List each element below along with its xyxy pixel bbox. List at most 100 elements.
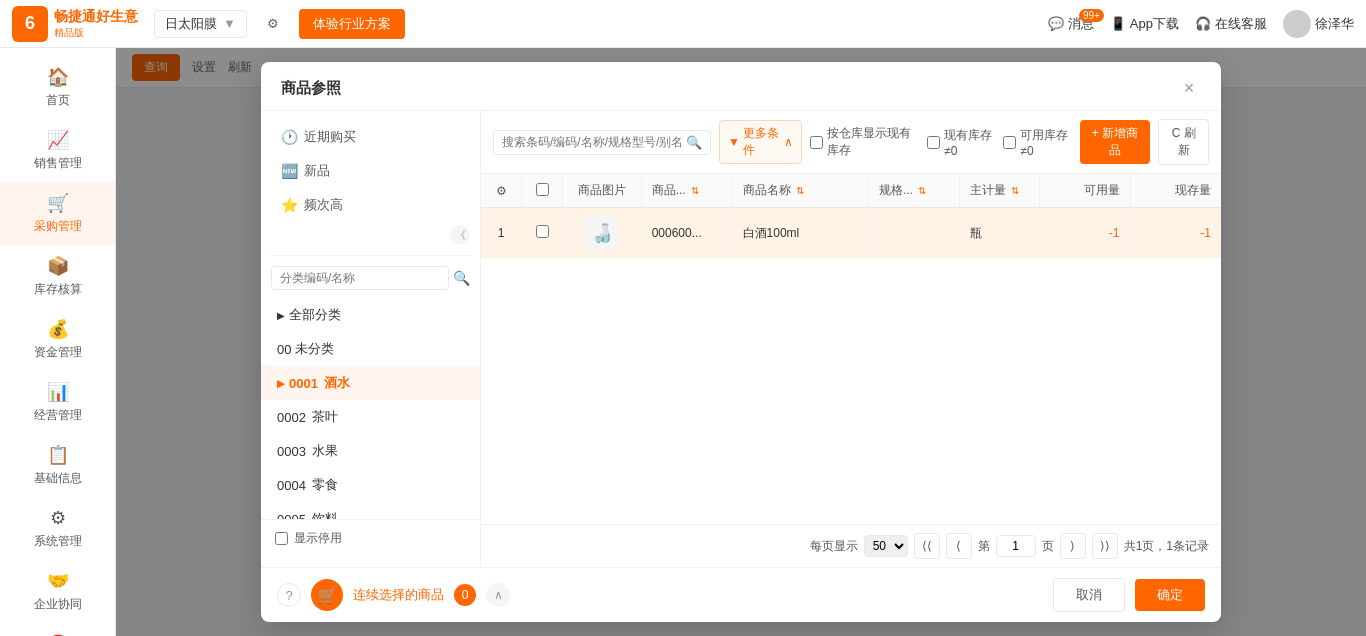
cart-button[interactable]: 🛒 [311, 579, 343, 611]
sidebar-label-home: 首页 [46, 92, 70, 109]
category-item-fruit[interactable]: 0003 水果 [261, 434, 480, 468]
row-name-cell: 白酒100ml [732, 208, 868, 259]
row-checkbox-cell[interactable] [522, 208, 563, 259]
inventory-icon: 📦 [47, 255, 69, 277]
product-search-input[interactable] [502, 135, 682, 149]
search-icon[interactable]: 🔍 [686, 135, 702, 150]
col-spec-header[interactable]: 规格... ⇅ [868, 174, 959, 208]
sidebar-item-sales[interactable]: 📈 销售管理 [0, 119, 115, 182]
footer-collapse-button[interactable]: ∧ [486, 583, 510, 607]
main-layout: 🏠 首页 📈 销售管理 🛒 采购管理 📦 库存核算 💰 资金管理 📊 经营管理 … [0, 48, 1366, 636]
show-disabled-checkbox[interactable] [275, 532, 288, 545]
sidebar-item-basic-info[interactable]: 📋 基础信息 [0, 434, 115, 497]
sidebar-item-system[interactable]: ⚙ 系统管理 [0, 497, 115, 560]
sidebar-item-purchase[interactable]: 🛒 采购管理 [0, 182, 115, 245]
sidebar-label-finance: 资金管理 [34, 344, 82, 361]
sidebar-item-enterprise[interactable]: 🤝 企业协同 [0, 560, 115, 623]
logo-icon: 6 [12, 6, 48, 42]
col-name-header[interactable]: 商品名称 ⇅ [732, 174, 868, 208]
page-suffix-label: 页 [1042, 538, 1054, 555]
row-available-cell: -1 [1039, 208, 1130, 259]
online-service-nav-item[interactable]: 🎧 在线客服 [1195, 15, 1267, 33]
current-stock-checkbox-group[interactable]: 现有库存≠0 [927, 127, 995, 158]
col-settings[interactable]: ⚙ [481, 174, 522, 208]
sidebar-item-operation[interactable]: 📊 经营管理 [0, 371, 115, 434]
available-stock-checkbox-group[interactable]: 可用库存≠0 [1003, 127, 1071, 158]
cart-icon: 🛒 [317, 586, 337, 605]
dialog-close-button[interactable]: × [1177, 76, 1201, 100]
app-download-nav-item[interactable]: 📱 App下载 [1110, 15, 1179, 33]
category-item-all[interactable]: ▶ 全部分类 [261, 298, 480, 332]
panel-divider [271, 255, 470, 256]
sidebar-label-enterprise: 企业协同 [34, 596, 82, 613]
page-number-input[interactable] [996, 535, 1036, 557]
category-snack-name: 零食 [312, 476, 338, 494]
frequent-tab[interactable]: ⭐ 频次高 [271, 189, 470, 221]
cancel-button[interactable]: 取消 [1053, 578, 1125, 612]
col-select-all[interactable] [522, 174, 563, 208]
category-item-beverage[interactable]: 0005 饮料 [261, 502, 480, 519]
help-button[interactable]: ? [277, 583, 301, 607]
sidebar-label-operation: 经营管理 [34, 407, 82, 424]
trial-button[interactable]: 体验行业方案 [299, 9, 405, 39]
row-checkbox[interactable] [536, 225, 549, 238]
refresh-button[interactable]: C 刷新 [1158, 119, 1209, 165]
row-image-cell: 🍶 [563, 208, 641, 259]
row-unit-cell: 瓶 [959, 208, 1039, 259]
col-image-header: 商品图片 [563, 174, 641, 208]
store-dropdown-arrow: ▼ [223, 16, 236, 31]
warehouse-stock-checkbox-group[interactable]: 按仓库显示现有库存 [810, 125, 919, 159]
dialog-footer: ? 🛒 连续选择的商品 0 ∧ 取消 确定 [261, 567, 1221, 622]
recent-icon: 🕐 [281, 129, 298, 145]
product-reference-dialog: 商品参照 × 🕐 近期购买 🆕 [261, 62, 1221, 622]
filter-button[interactable]: ▼ 更多条件 ∧ [719, 120, 802, 164]
recent-purchase-tab[interactable]: 🕐 近期购买 [271, 121, 470, 153]
message-badge: 99+ [1079, 9, 1104, 22]
table-row[interactable]: 1 🍶 000600... 白酒100ml [481, 208, 1221, 259]
per-page-label: 每页显示 [810, 538, 858, 555]
col-code-label: 商品... [652, 183, 686, 197]
sidebar-item-home[interactable]: 🏠 首页 [0, 56, 115, 119]
settings-icon-btn[interactable]: ⚙ [257, 8, 289, 40]
sidebar-item-inventory[interactable]: 📦 库存核算 [0, 245, 115, 308]
category-search-input[interactable] [271, 266, 449, 290]
row-code-cell: 000600... [641, 208, 732, 259]
logo-area: 6 畅捷通好生意 精品版 [12, 6, 138, 42]
total-records-label: 共1页，1条记录 [1124, 538, 1209, 555]
message-icon: 💬 [1048, 16, 1064, 31]
current-stock-checkbox[interactable] [927, 136, 940, 149]
username-label: 徐泽华 [1315, 15, 1354, 33]
left-panel-collapse-btn[interactable]: 《 [450, 225, 470, 245]
per-page-select[interactable]: 50 [864, 535, 908, 557]
last-page-button[interactable]: ⟩⟩ [1092, 533, 1118, 559]
filter-arrow-icon: ∧ [784, 135, 793, 149]
category-search-icon[interactable]: 🔍 [453, 270, 470, 286]
user-nav-item[interactable]: 徐泽华 [1283, 10, 1354, 38]
col-code-header[interactable]: 商品... ⇅ [641, 174, 732, 208]
next-page-button[interactable]: ⟩ [1060, 533, 1086, 559]
first-page-button[interactable]: ⟨⟨ [914, 533, 940, 559]
confirm-button[interactable]: 确定 [1135, 579, 1205, 611]
col-unit-header[interactable]: 主计量 ⇅ [959, 174, 1039, 208]
show-disabled-toggle[interactable]: 显示停用 [261, 519, 480, 557]
category-item-tea[interactable]: 0002 茶叶 [261, 400, 480, 434]
messages-nav-item[interactable]: 💬 消息 99+ [1048, 15, 1094, 33]
home-icon: 🏠 [47, 66, 69, 88]
category-item-alcohol[interactable]: ▶ 0001 酒水 [261, 366, 480, 400]
new-products-tab[interactable]: 🆕 新品 [271, 155, 470, 187]
sidebar-item-finance[interactable]: 💰 资金管理 [0, 308, 115, 371]
prev-page-button[interactable]: ⟨ [946, 533, 972, 559]
warehouse-stock-checkbox[interactable] [810, 136, 823, 149]
online-service-label: 在线客服 [1215, 15, 1267, 33]
category-search-row: 🔍 [261, 262, 480, 294]
pagination-bar: 每页显示 50 ⟨⟨ ⟨ 第 页 ⟩ ⟩⟩ 共1页，1条记录 [481, 524, 1221, 567]
store-name: 日太阳膜 [165, 15, 217, 33]
right-panel: 🔍 ▼ 更多条件 ∧ 按仓库显示现有库存 [481, 111, 1221, 567]
select-all-checkbox[interactable] [536, 183, 549, 196]
sidebar-item-guide[interactable]: 🎯 新手引导 [0, 623, 115, 636]
category-item-snack[interactable]: 0004 零食 [261, 468, 480, 502]
category-item-unclassified[interactable]: 00 未分类 [261, 332, 480, 366]
add-product-button[interactable]: + 新增商品 [1080, 120, 1151, 164]
store-selector[interactable]: 日太阳膜 ▼ [154, 10, 247, 38]
available-stock-checkbox[interactable] [1003, 136, 1016, 149]
